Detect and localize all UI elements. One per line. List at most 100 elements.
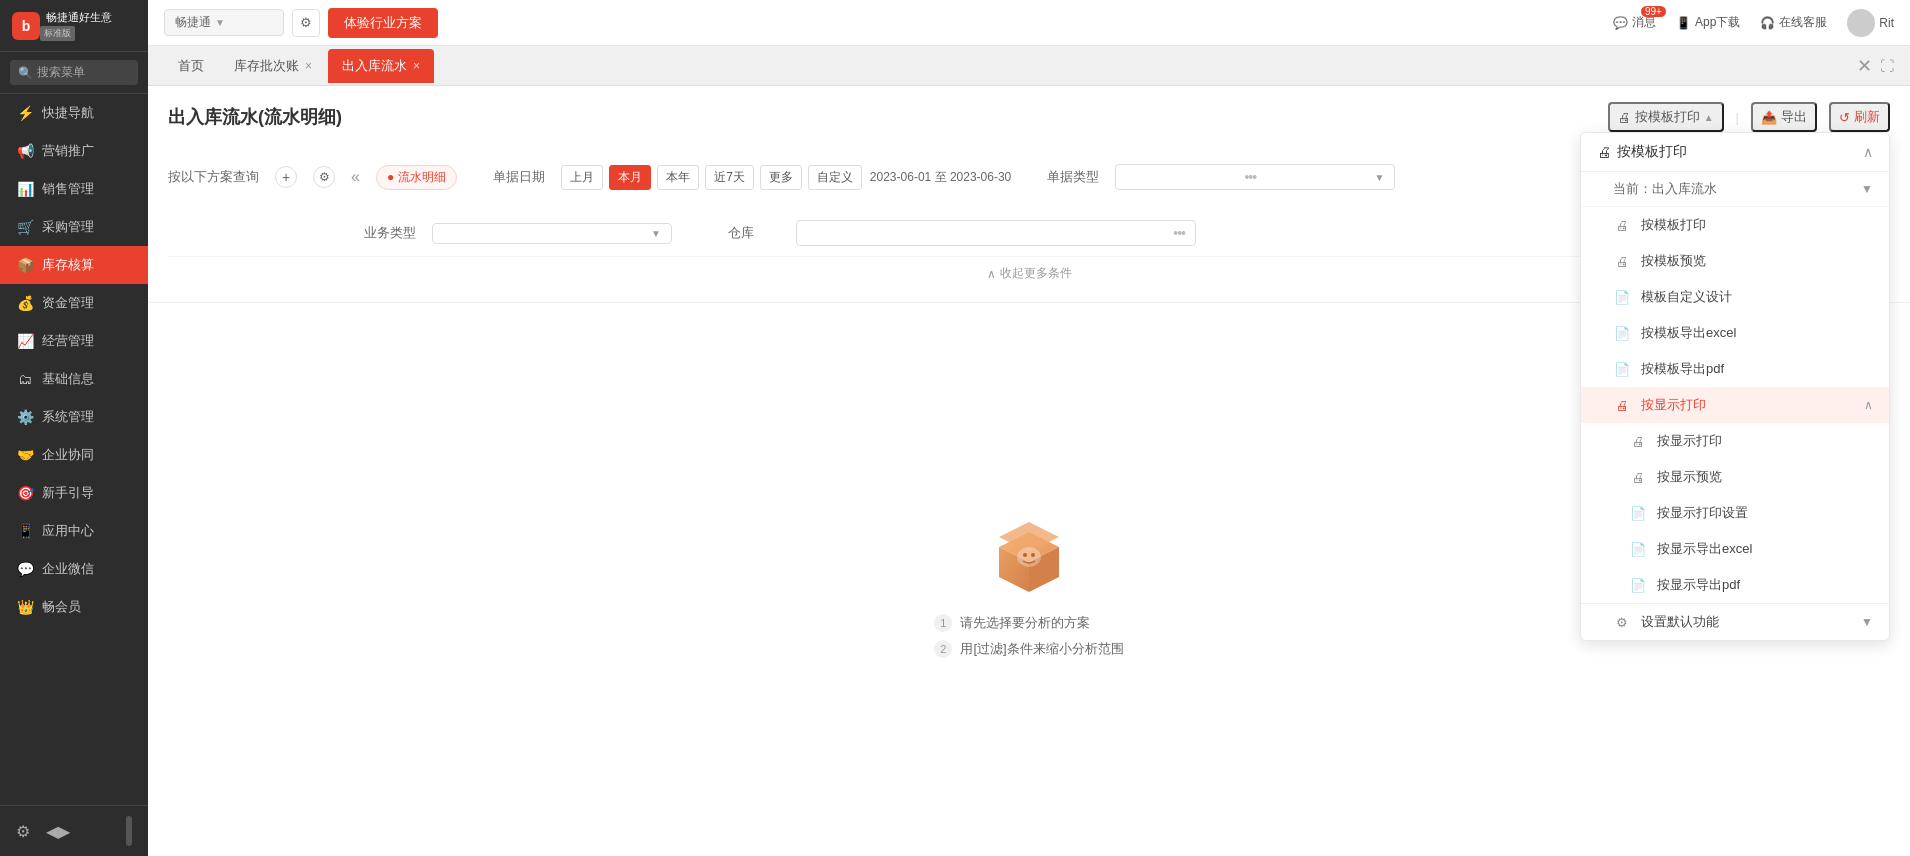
sidebar-item-basic[interactable]: 🗂 基础信息	[0, 360, 148, 398]
refresh-icon: ↺	[1839, 110, 1850, 125]
sidebar-item-marketing[interactable]: 📢 营销推广	[0, 132, 148, 170]
doc-icon1: 📄	[1613, 288, 1631, 306]
sidebar-item-wechat[interactable]: 💬 企业微信	[0, 550, 148, 588]
voucher-type-select[interactable]: ••• ▼	[1115, 164, 1395, 190]
sidebar-item-sales[interactable]: 📊 销售管理	[0, 170, 148, 208]
sidebar-search-input[interactable]: 🔍 搜索菜单	[10, 60, 138, 85]
sidebar-item-label: 库存核算	[42, 256, 94, 274]
template-print-btn[interactable]: 🖨 按模板打印 ▲	[1608, 102, 1724, 132]
user-profile[interactable]: Rit	[1847, 9, 1894, 37]
maximize-window-icon[interactable]: ⛶	[1880, 58, 1894, 74]
refresh-label: 刷新	[1854, 108, 1880, 126]
tab-home[interactable]: 首页	[164, 49, 218, 83]
warehouse-more-icon[interactable]: •••	[1173, 225, 1185, 241]
dropdown-item-display-print-section[interactable]: 🖨 按显示打印 ∧	[1581, 387, 1889, 423]
account-arrow-icon: ▼	[215, 17, 225, 28]
refresh-btn[interactable]: ↺ 刷新	[1829, 102, 1890, 132]
app-download-item[interactable]: 📱 App下载	[1676, 14, 1740, 31]
gear-icon2: ⚙	[1613, 613, 1631, 631]
app-download-label: App下载	[1695, 14, 1740, 31]
sidebar-item-operations[interactable]: 📈 经营管理	[0, 322, 148, 360]
date-btn-last-month[interactable]: 上月	[561, 165, 603, 190]
app-badge: 标准版	[40, 26, 75, 41]
template-excel-item-label: 按模板导出excel	[1641, 324, 1736, 342]
filter-add-btn[interactable]: +	[275, 166, 297, 188]
dropdown-item-display-pdf[interactable]: 📄 按显示导出pdf	[1581, 567, 1889, 603]
dropdown-item-template-pdf[interactable]: 📄 按模板导出pdf	[1581, 351, 1889, 387]
tab-inventory-batch[interactable]: 库存批次账 ×	[220, 49, 326, 83]
dropdown-item-display-preview[interactable]: 🖨 按显示预览	[1581, 459, 1889, 495]
sidebar-scrollbar[interactable]	[126, 816, 132, 846]
empty-state-image	[979, 502, 1079, 602]
filter-collapse-btn[interactable]: «	[351, 168, 360, 186]
enterprise-icon: 🤝	[16, 446, 34, 464]
empty-steps: 1 请先选择要分析的方案 2 用[过滤]条件来缩小分析范围	[934, 614, 1123, 658]
dropdown-header-arrows: ∧	[1863, 144, 1873, 160]
topbar-settings-btn[interactable]: ⚙	[292, 9, 320, 37]
printer-icon3: 🖨	[1613, 216, 1631, 234]
warehouse-label: 仓库	[728, 224, 788, 242]
sidebar-item-label: 销售管理	[42, 180, 94, 198]
dropdown-item-display-print-settings[interactable]: 📄 按显示打印设置	[1581, 495, 1889, 531]
export-btn[interactable]: 📤 导出	[1751, 102, 1817, 132]
phone-icon: 📱	[1676, 16, 1691, 30]
dropdown-item-display-excel[interactable]: 📄 按显示导出excel	[1581, 531, 1889, 567]
doc-icon4: 📄	[1629, 504, 1647, 522]
date-btn-custom[interactable]: 自定义	[808, 165, 862, 190]
close-window-icon[interactable]: ✕	[1857, 55, 1872, 77]
date-btn-this-month[interactable]: 本月	[609, 165, 651, 190]
dropdown-item-template-preview[interactable]: 🖨 按模板预览	[1581, 243, 1889, 279]
doc-icon5: 📄	[1629, 540, 1647, 558]
chevron-up-icon3[interactable]: ∧	[1863, 144, 1873, 160]
trial-btn[interactable]: 体验行业方案	[328, 8, 438, 38]
sidebar-item-inventory[interactable]: 📦 库存核算	[0, 246, 148, 284]
inventory-icon: 📦	[16, 256, 34, 274]
sidebar-item-guide[interactable]: 🎯 新手引导	[0, 474, 148, 512]
tab-inout-flow[interactable]: 出入库流水 ×	[328, 49, 434, 83]
sidebar-item-label: 快捷导航	[42, 104, 94, 122]
online-service-item[interactable]: 🎧 在线客服	[1760, 14, 1827, 31]
business-type-select[interactable]: ▼	[432, 223, 672, 244]
sidebar-search-area[interactable]: 🔍 搜索菜单	[0, 52, 148, 94]
date-btn-this-year[interactable]: 本年	[657, 165, 699, 190]
filter-tag[interactable]: ● 流水明细	[376, 165, 457, 190]
dropdown-header-title-group: 🖨 按模板打印	[1597, 143, 1687, 161]
dropdown-item-template-excel[interactable]: 📄 按模板导出excel	[1581, 315, 1889, 351]
date-btn-more[interactable]: 更多	[760, 165, 802, 190]
message-item[interactable]: 💬 99+ 消息	[1613, 14, 1656, 31]
voucher-type-more-icon[interactable]: •••	[1244, 169, 1256, 185]
dropdown-footer-set-default[interactable]: ⚙ 设置默认功能 ▼	[1581, 603, 1889, 640]
sidebar-item-enterprise[interactable]: 🤝 企业协同	[0, 436, 148, 474]
app-logo-icon: b	[12, 12, 40, 40]
sidebar: b 畅捷通好生意 标准版 🔍 搜索菜单 ⚡ 快捷导航 📢 营销推广 📊 销售管理…	[0, 0, 148, 856]
filter-tag-label: 流水明细	[398, 169, 446, 186]
section-expand-icon[interactable]: ∧	[1864, 398, 1873, 412]
svg-point-6	[1031, 553, 1035, 557]
account-selector[interactable]: 畅捷通 ▼	[164, 9, 284, 36]
collapse-link[interactable]: ∧ 收起更多条件	[987, 265, 1072, 282]
doc-icon3: 📄	[1613, 360, 1631, 378]
tab-inventory-batch-close[interactable]: ×	[305, 59, 312, 73]
tab-inout-flow-close[interactable]: ×	[413, 59, 420, 73]
member-icon: 👑	[16, 598, 34, 616]
template-custom-item-label: 模板自定义设计	[1641, 288, 1732, 306]
warehouse-select[interactable]: •••	[796, 220, 1196, 246]
finance-icon: 💰	[16, 294, 34, 312]
sidebar-item-member[interactable]: 👑 畅会员	[0, 588, 148, 626]
dropdown-item-template-print[interactable]: 🖨 按模板打印	[1581, 207, 1889, 243]
dropdown-item-template-custom[interactable]: 📄 模板自定义设计	[1581, 279, 1889, 315]
sidebar-item-finance[interactable]: 💰 资金管理	[0, 284, 148, 322]
empty-step-1: 1 请先选择要分析的方案	[934, 614, 1123, 632]
sidebar-collapse-icon[interactable]: ◀▶	[46, 822, 70, 841]
business-type-label: 业务类型	[364, 224, 424, 242]
search-label: 搜索菜单	[37, 64, 85, 81]
sidebar-item-purchase[interactable]: 🛒 采购管理	[0, 208, 148, 246]
dropdown-item-display-print[interactable]: 🖨 按显示打印	[1581, 423, 1889, 459]
sidebar-item-system[interactable]: ⚙️ 系统管理	[0, 398, 148, 436]
date-btn-7days[interactable]: 近7天	[705, 165, 754, 190]
sidebar-item-quicknav[interactable]: ⚡ 快捷导航	[0, 94, 148, 132]
voucher-type-label: 单据类型	[1047, 168, 1107, 186]
sidebar-settings-icon[interactable]: ⚙	[16, 822, 30, 841]
sidebar-item-appstore[interactable]: 📱 应用中心	[0, 512, 148, 550]
filter-settings-btn[interactable]: ⚙	[313, 166, 335, 188]
